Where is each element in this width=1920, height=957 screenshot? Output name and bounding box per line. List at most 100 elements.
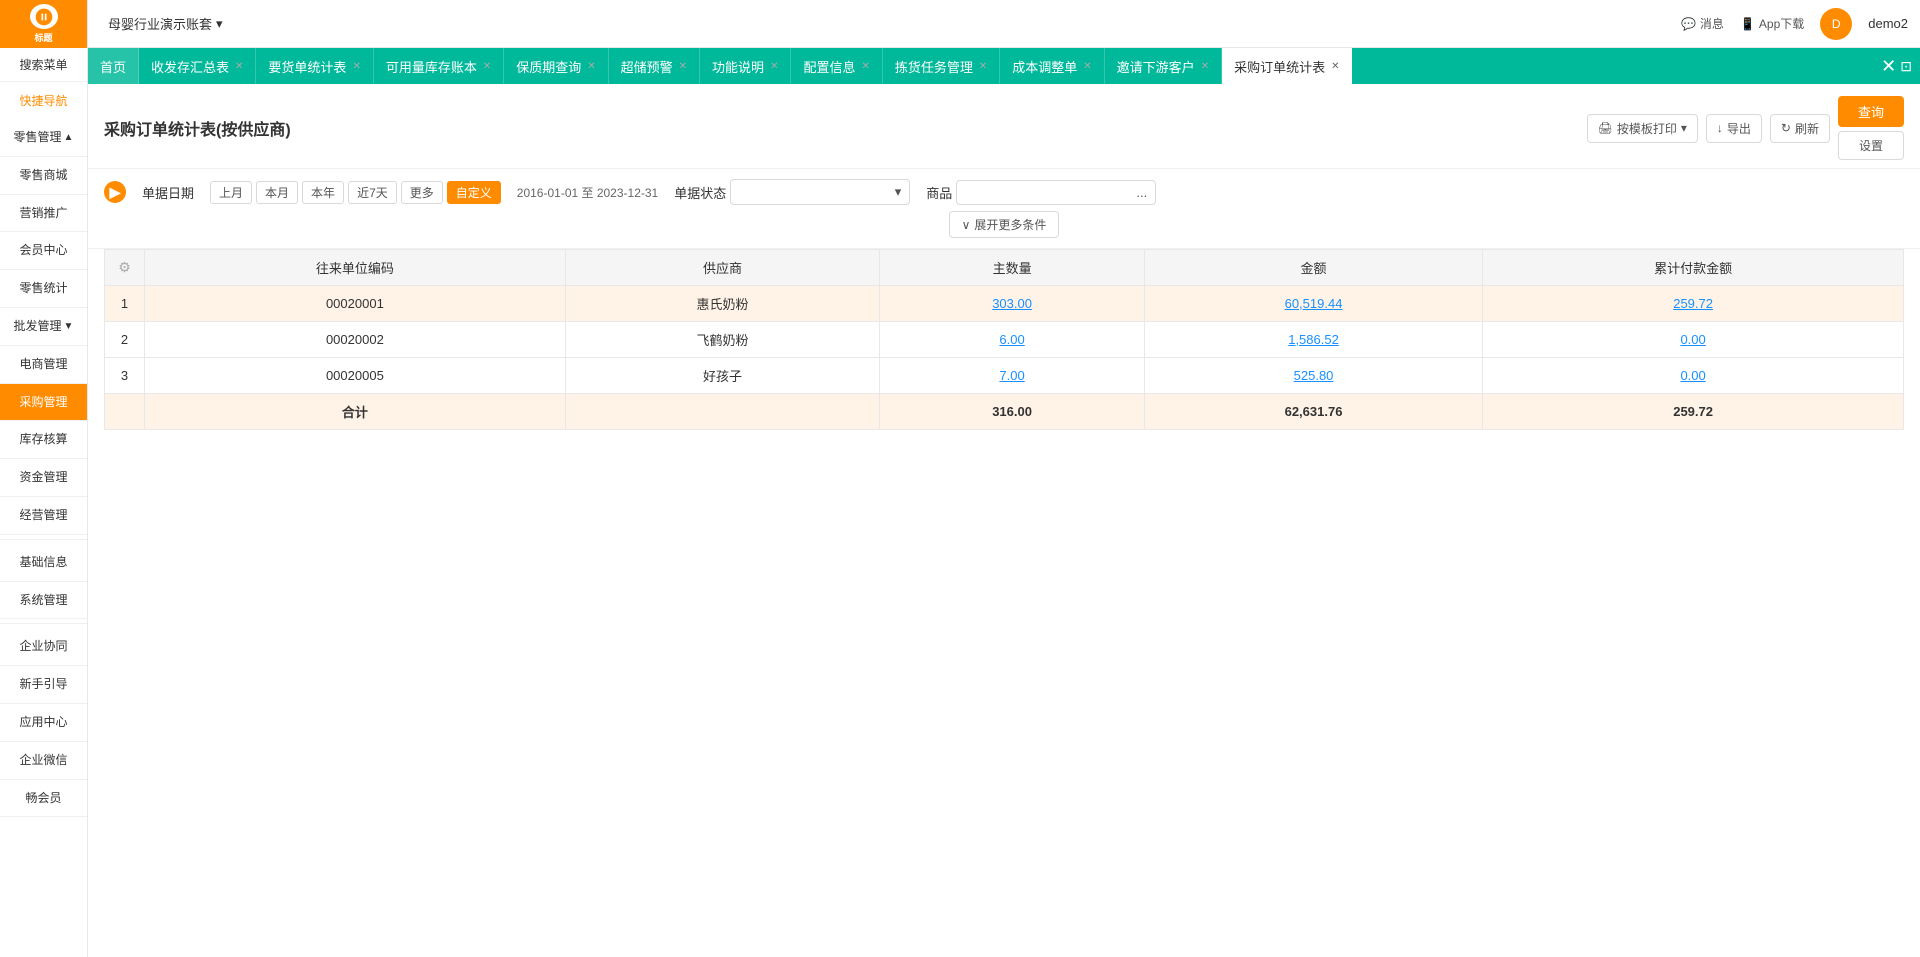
sidebar-item-new-guide[interactable]: 新手引导 — [0, 666, 87, 704]
col-settings-header[interactable]: ⚙ — [105, 250, 145, 286]
sidebar-purchase-label: 采购管理 — [19, 395, 67, 409]
setting-button[interactable]: 设置 — [1838, 131, 1904, 160]
tab-config-label: 配置信息 — [803, 57, 855, 76]
sidebar-member-label: 畅会员 — [25, 791, 61, 805]
date-btn-last-month[interactable]: 上月 — [210, 181, 252, 204]
expand-label: 展开更多条件 — [974, 216, 1046, 233]
tab-function-desc-close[interactable]: ✕ — [770, 61, 778, 72]
tab-home-label: 首页 — [100, 57, 126, 76]
template-print-button[interactable]: 🖨 按模板打印 ▾ — [1587, 114, 1698, 143]
avatar[interactable]: D — [1820, 8, 1852, 40]
sidebar-item-member[interactable]: 畅会员 — [0, 780, 87, 818]
sidebar-item-purchase-manage[interactable]: 采购管理 — [0, 384, 87, 422]
toggle-icon: ▶ — [110, 184, 121, 201]
sidebar-item-enterprise-wechat[interactable]: 企业微信 — [0, 742, 87, 780]
sidebar-divider-1 — [0, 539, 87, 540]
sidebar-item-stock-accounting[interactable]: 库存核算 — [0, 421, 87, 459]
sidebar-item-finance-manage[interactable]: 资金管理 — [0, 459, 87, 497]
col-quantity-header: 主数量 — [880, 250, 1145, 286]
sidebar-search[interactable]: 搜索菜单 — [0, 48, 87, 82]
search-menu-label: 搜索菜单 — [4, 56, 83, 73]
date-filter-label: 单据日期 — [142, 183, 194, 202]
row-amount[interactable]: 1,586.52 — [1144, 322, 1482, 358]
tab-function-desc-label: 功能说明 — [712, 57, 764, 76]
sidebar-item-retail-manage[interactable]: 零售管理 ▲ — [0, 119, 87, 157]
user-name[interactable]: demo2 — [1868, 16, 1908, 31]
sidebar-item-marketing[interactable]: 营销推广 — [0, 195, 87, 233]
tab-config-close[interactable]: ✕ — [861, 61, 869, 72]
tab-cost-adjust-close[interactable]: ✕ — [1083, 61, 1091, 72]
date-btn-this-month[interactable]: 本月 — [256, 181, 298, 204]
tab-purchase-stats-close[interactable]: ✕ — [1331, 61, 1339, 72]
tab-overstock[interactable]: 超储预警 ✕ — [609, 48, 700, 84]
sidebar-item-member-center[interactable]: 会员中心 — [0, 232, 87, 270]
export-button[interactable]: ↓ 导出 — [1706, 114, 1762, 143]
row-amount[interactable]: 525.80 — [1144, 358, 1482, 394]
gear-icon[interactable]: ⚙ — [118, 259, 131, 275]
table-header-row: ⚙ 往来单位编码 供应商 主数量 金额 累计付款金额 — [105, 250, 1904, 286]
tab-function-desc[interactable]: 功能说明 ✕ — [700, 48, 791, 84]
tab-pick-task[interactable]: 拣货任务管理 ✕ — [883, 48, 1000, 84]
message-action[interactable]: 💬 消息 — [1681, 15, 1724, 32]
expand-more-button[interactable]: ∨ 展开更多条件 — [949, 211, 1060, 238]
workspace-selector[interactable]: 母婴行业演示账套 ▾ — [100, 10, 231, 37]
sidebar-item-retail-stats[interactable]: 零售统计 — [0, 270, 87, 308]
tab-available-stock[interactable]: 可用量库存账本 ✕ — [374, 48, 504, 84]
row-quantity[interactable]: 6.00 — [880, 322, 1145, 358]
tab-config[interactable]: 配置信息 ✕ — [791, 48, 882, 84]
export-icon: ↓ — [1717, 121, 1723, 135]
date-btn-this-year[interactable]: 本年 — [302, 181, 344, 204]
tab-pick-task-close[interactable]: ✕ — [979, 61, 987, 72]
main-area: 母婴行业演示账套 ▾ 💬 消息 📱 App下载 D demo2 首页 收发存汇总… — [88, 0, 1920, 957]
sidebar-item-wholesale-manage[interactable]: 批发管理 ▼ — [0, 308, 87, 346]
sidebar-item-retail-store[interactable]: 零售商城 — [0, 157, 87, 195]
status-select-box[interactable]: ▾ — [730, 179, 910, 205]
tab-overstock-close[interactable]: ✕ — [679, 61, 687, 72]
goods-filter: 商品 ... — [926, 180, 1156, 205]
expand-row: ∨ 展开更多条件 — [104, 211, 1904, 238]
sidebar-item-basic-info[interactable]: 基础信息 — [0, 544, 87, 582]
row-paid[interactable]: 0.00 — [1483, 322, 1904, 358]
chevron-down-icon-wholesale: ▼ — [64, 321, 74, 332]
tab-purchase-stats[interactable]: 采购订单统计表 ✕ — [1222, 48, 1352, 84]
tab-home[interactable]: 首页 — [88, 48, 139, 84]
tab-shelf-life[interactable]: 保质期查询 ✕ — [504, 48, 608, 84]
sidebar-item-quick-nav[interactable]: 快捷导航 — [0, 82, 87, 119]
workspace-dropdown-icon: ▾ — [216, 16, 223, 32]
refresh-button[interactable]: ↻ 刷新 — [1770, 114, 1830, 143]
row-paid[interactable]: 0.00 — [1483, 358, 1904, 394]
sidebar-item-ecommerce-manage[interactable]: 电商管理 — [0, 346, 87, 384]
row-quantity[interactable]: 303.00 — [880, 286, 1145, 322]
row-paid[interactable]: 259.72 — [1483, 286, 1904, 322]
goods-filter-label: 商品 — [926, 183, 952, 202]
tab-order-stats[interactable]: 要货单统计表 ✕ — [256, 48, 373, 84]
table-row: 1 00020001 惠氏奶粉 303.00 60,519.44 259.72 — [105, 286, 1904, 322]
goods-input-box[interactable]: ... — [956, 180, 1156, 205]
tab-cost-adjust[interactable]: 成本调整单 ✕ — [1000, 48, 1104, 84]
date-btn-last7[interactable]: 近7天 — [348, 181, 397, 204]
tab-receive-send-close[interactable]: ✕ — [235, 61, 243, 72]
tab-invite-downstream-close[interactable]: ✕ — [1201, 61, 1209, 72]
sidebar-item-ops-manage[interactable]: 经营管理 — [0, 497, 87, 535]
sidebar-item-app-center[interactable]: 应用中心 — [0, 704, 87, 742]
date-btn-more[interactable]: 更多 — [401, 181, 443, 204]
sidebar-item-system-manage[interactable]: 系统管理 — [0, 582, 87, 620]
table-footer-row: 合计 316.00 62,631.76 259.72 — [105, 394, 1904, 430]
close-icon: ✕ — [1881, 56, 1896, 77]
row-quantity[interactable]: 7.00 — [880, 358, 1145, 394]
close-all-tabs[interactable]: ✕ ⊡ — [1873, 56, 1920, 77]
query-button[interactable]: 查询 — [1838, 96, 1904, 127]
sidebar-marketing-label: 营销推广 — [19, 206, 67, 220]
app-download-action[interactable]: 📱 App下载 — [1740, 15, 1804, 32]
date-btn-custom[interactable]: 自定义 — [447, 181, 501, 204]
tab-shelf-life-close[interactable]: ✕ — [587, 61, 595, 72]
row-amount[interactable]: 60,519.44 — [1144, 286, 1482, 322]
tab-receive-send[interactable]: 收发存汇总表 ✕ — [139, 48, 256, 84]
sidebar-item-enterprise-collab[interactable]: 企业协同 — [0, 628, 87, 666]
footer-paid: 259.72 — [1483, 394, 1904, 430]
tab-order-stats-close[interactable]: ✕ — [352, 61, 360, 72]
tab-available-stock-label: 可用量库存账本 — [386, 57, 477, 76]
tab-invite-downstream[interactable]: 邀请下游客户 ✕ — [1105, 48, 1222, 84]
filter-toggle-button[interactable]: ▶ — [104, 181, 126, 203]
tab-available-stock-close[interactable]: ✕ — [483, 61, 491, 72]
